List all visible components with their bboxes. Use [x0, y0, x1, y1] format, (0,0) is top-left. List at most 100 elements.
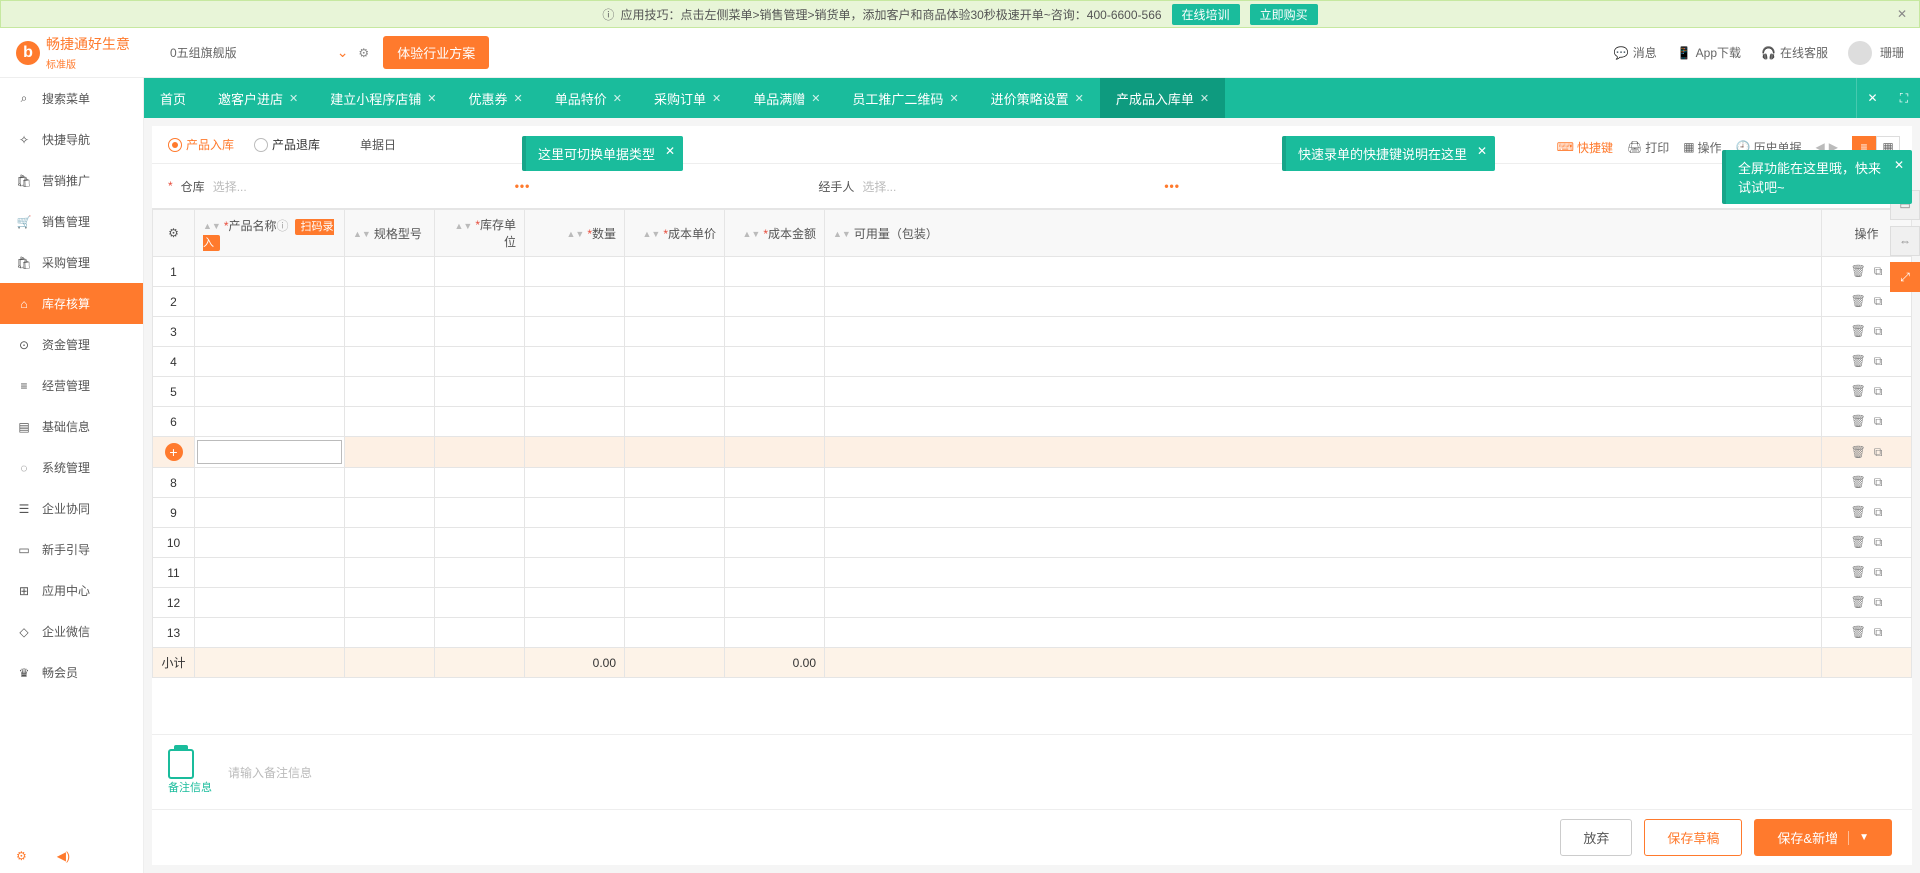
table-row[interactable]: 3🗑⧉ — [153, 317, 1912, 347]
copy-row-icon[interactable]: ⧉ — [1874, 535, 1883, 549]
col-row-settings[interactable]: ⚙ — [153, 210, 195, 257]
delete-row-icon[interactable]: 🗑 — [1851, 565, 1866, 579]
sidebar-item[interactable]: ⊙资金管理 — [0, 324, 143, 365]
copy-row-icon[interactable]: ⧉ — [1874, 565, 1883, 579]
help-icon[interactable]: ⓘ — [277, 219, 289, 233]
tab-close-icon[interactable]: ✕ — [712, 92, 721, 105]
tab-close-icon[interactable]: ✕ — [514, 92, 523, 105]
sidebar-item[interactable]: ⌂库存核算 — [0, 283, 143, 324]
operate-button[interactable]: ▦操作 — [1683, 139, 1721, 156]
copy-row-icon[interactable]: ⧉ — [1874, 505, 1883, 519]
handler-field[interactable]: 经手人 选择... ••• — [818, 178, 1180, 195]
col-amount[interactable]: ▲▼*成本金额 — [725, 210, 825, 257]
memo-input[interactable]: 请输入备注信息 — [228, 764, 312, 781]
col-product-name[interactable]: ▲▼*产品名称ⓘ扫码录入 — [195, 210, 345, 257]
copy-row-icon[interactable]: ⧉ — [1874, 475, 1883, 489]
table-row[interactable]: 2🗑⧉ — [153, 287, 1912, 317]
fullscreen-icon[interactable]: ⛶ — [1888, 78, 1920, 118]
tab-close-icon[interactable]: ✕ — [289, 92, 298, 105]
col-spec[interactable]: ▲▼规格型号 — [345, 210, 435, 257]
tab[interactable]: 产成品入库单✕ — [1100, 78, 1225, 118]
table-row[interactable]: 4🗑⧉ — [153, 347, 1912, 377]
tab[interactable]: 单品特价✕ — [539, 78, 638, 118]
table-row[interactable]: 13🗑⧉ — [153, 618, 1912, 648]
sidebar-item[interactable]: ▭新手引导 — [0, 529, 143, 570]
col-unit[interactable]: ▲▼*库存单位 — [435, 210, 525, 257]
app-download-link[interactable]: 📱App下载 — [1677, 44, 1741, 61]
print-button[interactable]: 🖨打印 — [1627, 139, 1669, 156]
tab[interactable]: 进价策略设置✕ — [975, 78, 1100, 118]
sidebar-item[interactable]: 🛍营销推广 — [0, 160, 143, 201]
table-row[interactable]: + 🗑 ⧉ — [153, 437, 1912, 468]
warehouse-field[interactable]: * 仓库 选择... ••• — [168, 178, 530, 195]
rail-attach-icon[interactable]: ⇔ — [1890, 226, 1920, 256]
more-icon[interactable]: ••• — [1164, 179, 1180, 193]
more-icon[interactable]: ••• — [515, 179, 531, 193]
online-training-button[interactable]: 在线培训 — [1172, 4, 1240, 25]
radio-product-in[interactable]: 产品入库 — [168, 136, 234, 153]
copy-row-icon[interactable]: ⧉ — [1874, 384, 1883, 398]
save-draft-button[interactable]: 保存草稿 — [1644, 819, 1742, 856]
delete-row-icon[interactable]: 🗑 — [1851, 625, 1866, 639]
tab[interactable]: 优惠券✕ — [452, 78, 538, 118]
delete-row-icon[interactable]: 🗑 — [1851, 384, 1866, 398]
tab[interactable]: 员工推广二维码✕ — [836, 78, 974, 118]
sidebar-item[interactable]: ▤基础信息 — [0, 406, 143, 447]
shortcut-key-link[interactable]: ⌨快捷键 — [1557, 139, 1613, 156]
tab-close-icon[interactable]: ✕ — [811, 92, 820, 105]
table-row[interactable]: 6🗑⧉ — [153, 407, 1912, 437]
buy-now-button[interactable]: 立即购买 — [1250, 4, 1318, 25]
org-selector[interactable]: 0五组旗舰版 ⌄ — [170, 44, 348, 61]
messages-link[interactable]: 💬消息 — [1614, 44, 1657, 61]
discard-button[interactable]: 放弃 — [1560, 819, 1632, 856]
rail-expand-icon[interactable]: ⤢ — [1890, 262, 1920, 292]
copy-row-icon[interactable]: ⧉ — [1874, 324, 1883, 338]
tab[interactable]: 单品满赠✕ — [737, 78, 836, 118]
radio-product-return[interactable]: 产品退库 — [254, 136, 320, 153]
add-row-icon[interactable]: + — [165, 443, 183, 461]
delete-row-icon[interactable]: 🗑 — [1851, 294, 1866, 308]
sidebar-item[interactable]: ⌕搜索菜单 — [0, 78, 143, 119]
table-row[interactable]: 1🗑⧉ — [153, 257, 1912, 287]
banner-close-icon[interactable]: ✕ — [1897, 7, 1907, 21]
delete-row-icon[interactable]: 🗑 — [1851, 445, 1866, 459]
copy-row-icon[interactable]: ⧉ — [1874, 264, 1883, 278]
sidebar-item[interactable]: ♛畅会员 — [0, 652, 143, 693]
tab-close-icon[interactable]: ✕ — [1200, 92, 1209, 105]
sidebar-item[interactable]: 🛍采购管理 — [0, 242, 143, 283]
delete-row-icon[interactable]: 🗑 — [1851, 414, 1866, 428]
col-qty[interactable]: ▲▼*数量 — [525, 210, 625, 257]
close-tabs-icon[interactable]: ✕ — [1856, 78, 1888, 118]
tip-close-icon[interactable]: ✕ — [1894, 158, 1904, 172]
tab[interactable]: 首页 — [144, 78, 202, 118]
copy-row-icon[interactable]: ⧉ — [1874, 625, 1883, 639]
col-price[interactable]: ▲▼*成本单价 — [625, 210, 725, 257]
col-available[interactable]: ▲▼可用量（包装） — [825, 210, 1822, 257]
sidebar-item[interactable]: ≡经营管理 — [0, 365, 143, 406]
delete-row-icon[interactable]: 🗑 — [1851, 535, 1866, 549]
copy-row-icon[interactable]: ⧉ — [1874, 445, 1883, 459]
tab-close-icon[interactable]: ✕ — [427, 92, 436, 105]
tab-close-icon[interactable]: ✕ — [949, 92, 958, 105]
copy-row-icon[interactable]: ⧉ — [1874, 354, 1883, 368]
copy-row-icon[interactable]: ⧉ — [1874, 595, 1883, 609]
tab-close-icon[interactable]: ✕ — [613, 92, 622, 105]
tip-close-icon[interactable]: ✕ — [1477, 144, 1487, 158]
table-row[interactable]: 12🗑⧉ — [153, 588, 1912, 618]
table-row[interactable]: 5🗑⧉ — [153, 377, 1912, 407]
table-row[interactable]: 8🗑⧉ — [153, 468, 1912, 498]
table-row[interactable]: 11🗑⧉ — [153, 558, 1912, 588]
user-menu[interactable]: 珊珊 — [1848, 41, 1904, 65]
industry-plan-button[interactable]: 体验行业方案 — [383, 36, 489, 69]
product-name-input[interactable] — [197, 440, 342, 464]
tip-close-icon[interactable]: ✕ — [665, 144, 675, 158]
copy-row-icon[interactable]: ⧉ — [1874, 294, 1883, 308]
sidebar-item[interactable]: ☰企业协同 — [0, 488, 143, 529]
sidebar-item[interactable]: ⊞应用中心 — [0, 570, 143, 611]
delete-row-icon[interactable]: 🗑 — [1851, 475, 1866, 489]
tab[interactable]: 采购订单✕ — [638, 78, 737, 118]
tab[interactable]: 邀客户进店✕ — [202, 78, 314, 118]
sidebar-item[interactable]: 🛒销售管理 — [0, 201, 143, 242]
gear-icon[interactable]: ⚙ — [358, 46, 369, 60]
save-new-button[interactable]: 保存&新增 ▼ — [1754, 819, 1892, 856]
